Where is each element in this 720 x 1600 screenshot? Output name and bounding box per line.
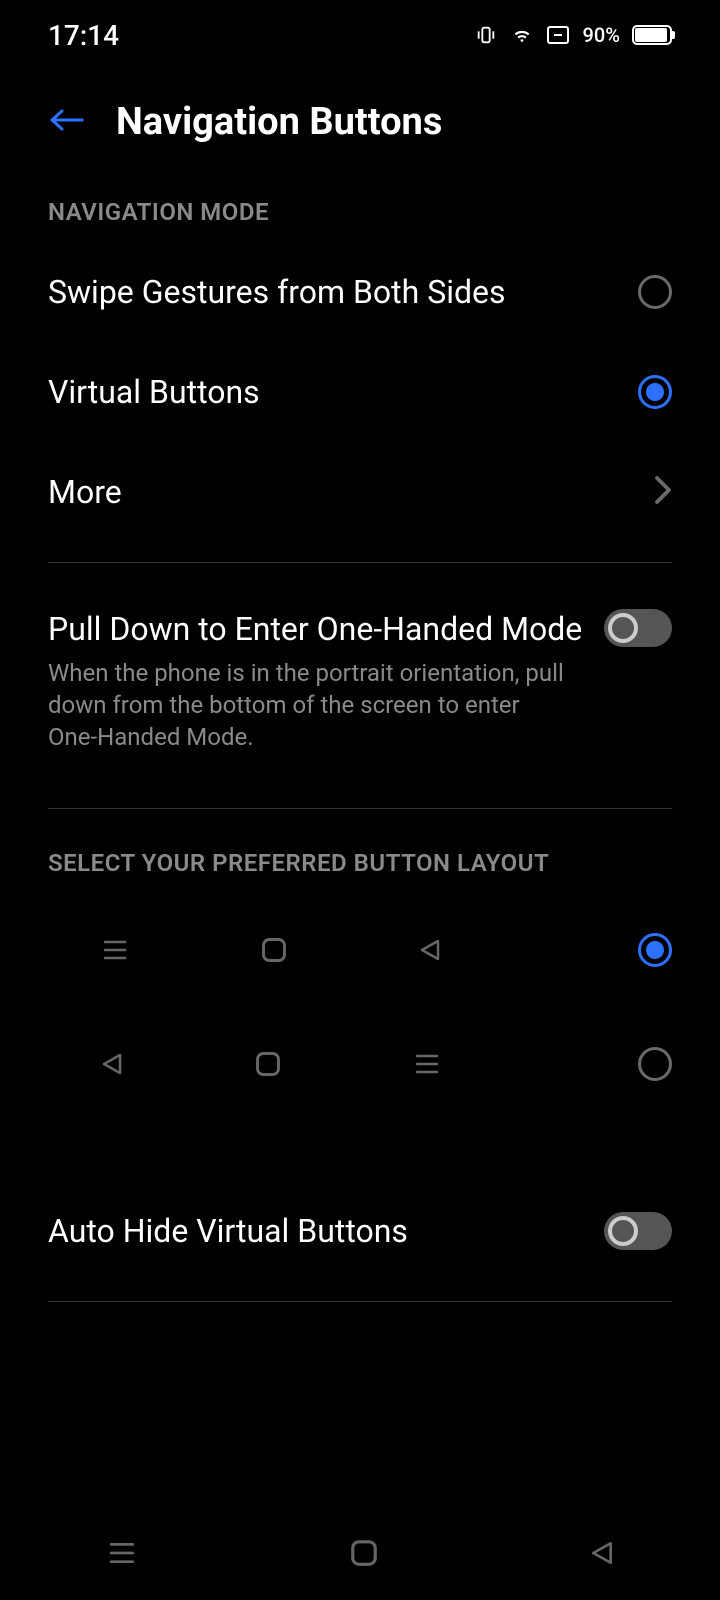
- home-icon: [254, 1050, 282, 1078]
- option-label: Auto Hide Virtual Buttons: [48, 1212, 604, 1250]
- header: Navigation Buttons: [0, 70, 720, 164]
- option-label: Swipe Gestures from Both Sides: [48, 273, 638, 311]
- option-label: Pull Down to Enter One-Handed Mode: [48, 609, 604, 651]
- divider: [48, 1301, 672, 1302]
- option-swipe-gestures[interactable]: Swipe Gestures from Both Sides: [0, 242, 720, 342]
- toggle-off-icon[interactable]: [604, 609, 672, 647]
- option-virtual-buttons[interactable]: Virtual Buttons: [0, 342, 720, 442]
- back-triangle-icon: [418, 936, 442, 964]
- layout-preview: [100, 1050, 442, 1078]
- battery-icon: [632, 25, 672, 45]
- wifi-icon: [509, 24, 535, 46]
- recents-icon: [412, 1052, 442, 1076]
- option-label: Virtual Buttons: [48, 373, 638, 411]
- layout-option-1[interactable]: [0, 893, 720, 1007]
- option-description: When the phone is in the portrait orient…: [48, 657, 568, 754]
- nav-home-button[interactable]: [349, 1538, 379, 1572]
- option-one-handed-mode[interactable]: Pull Down to Enter One-Handed Mode When …: [0, 563, 720, 788]
- option-label: More: [48, 473, 654, 511]
- battery-percent: 90%: [583, 23, 620, 47]
- option-more[interactable]: More: [0, 442, 720, 542]
- radio-icon: [638, 275, 672, 309]
- page-title: Navigation Buttons: [116, 100, 442, 144]
- back-triangle-icon: [100, 1050, 124, 1078]
- option-auto-hide[interactable]: Auto Hide Virtual Buttons: [0, 1181, 720, 1281]
- toggle-off-icon[interactable]: [604, 1212, 672, 1250]
- nav-back-button[interactable]: [589, 1538, 615, 1572]
- home-icon: [260, 936, 288, 964]
- recents-icon: [100, 938, 130, 962]
- radio-icon: [638, 1047, 672, 1081]
- radio-selected-icon: [638, 375, 672, 409]
- status-time: 17:14: [48, 19, 119, 52]
- section-nav-mode-label: NAVIGATION MODE: [0, 164, 720, 242]
- status-right: 90%: [475, 23, 672, 47]
- back-arrow-icon[interactable]: [48, 105, 84, 139]
- radio-selected-icon: [638, 933, 672, 967]
- system-navbar: [0, 1510, 720, 1600]
- vibrate-icon: [475, 24, 497, 46]
- power-saver-icon: [547, 26, 571, 44]
- status-bar: 17:14 90%: [0, 0, 720, 70]
- section-layout-label: SELECT YOUR PREFERRED BUTTON LAYOUT: [0, 809, 720, 893]
- chevron-right-icon: [654, 475, 672, 509]
- nav-recents-button[interactable]: [105, 1540, 139, 1570]
- layout-option-2[interactable]: [0, 1007, 720, 1121]
- layout-preview: [100, 936, 442, 964]
